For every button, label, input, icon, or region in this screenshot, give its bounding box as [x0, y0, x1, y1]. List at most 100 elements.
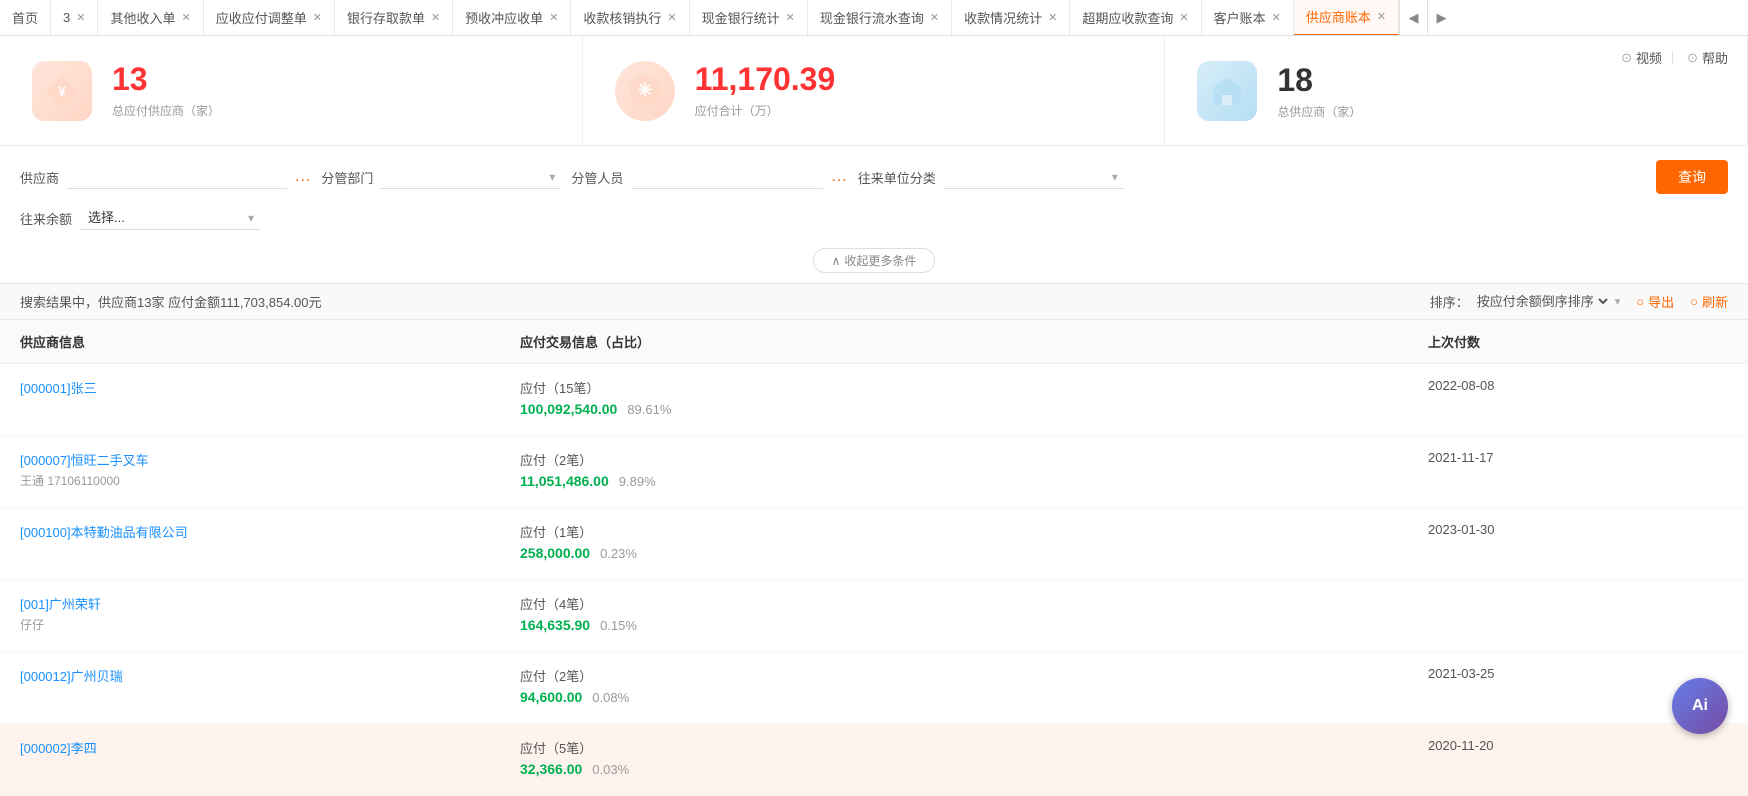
filter-supplier: 供应商 ... — [20, 165, 311, 189]
sort-select[interactable]: 按应付余额倒序排序 — [1473, 293, 1611, 310]
nav-tab-ar-ap-adjust[interactable]: 应收应付调整单 ✕ — [204, 0, 335, 36]
table-row: [000012]广州贝瑞 应付（2笔） 94,600.00 0.08% 2021… — [0, 652, 1748, 724]
tx-amount-0[interactable]: 100,092,540.00 — [520, 401, 617, 417]
nav-prev-arrow[interactable]: ◀ — [1399, 0, 1427, 36]
nav-tab-bank-deposit-close[interactable]: ✕ — [431, 11, 440, 24]
nav-tab-receipt-verify[interactable]: 收款核销执行 ✕ — [571, 0, 689, 36]
filter-balance: 往来余额 选择... — [20, 206, 260, 230]
ai-button[interactable]: Ai — [1672, 678, 1728, 734]
refresh-button[interactable]: ○ 刷新 — [1690, 292, 1728, 311]
nav-tab-receipt-stat-close[interactable]: ✕ — [1048, 11, 1057, 24]
header-last-pay: 上次付数 — [1428, 332, 1728, 351]
supplier-info-2: [000100]本特勤油品有限公司 — [20, 522, 520, 541]
summary-icon-asterisk: ✳ — [613, 59, 677, 123]
nav-tab-home[interactable]: 首页 — [0, 0, 51, 36]
summary-links: ⊙ 视频 ｜ ⊙ 帮助 — [1617, 48, 1728, 67]
supplier-name-1[interactable]: [000007]恒旺二手叉车 — [20, 450, 520, 469]
nav-tab-supplier-ledger[interactable]: 供应商账本 ✕ — [1294, 0, 1399, 36]
transaction-info-1: 应付（2笔） 11,051,486.00 9.89% — [520, 450, 1428, 493]
nav-tab-3[interactable]: 3 ✕ — [51, 0, 98, 36]
filter-department: 分管部门 — [321, 165, 561, 189]
tx-amount-4[interactable]: 94,600.00 — [520, 689, 582, 705]
nav-tab-overdue-ar-close[interactable]: ✕ — [1179, 11, 1188, 24]
tx-amount-line-3: 164,635.90 0.15% — [520, 617, 1428, 633]
tx-amount-3[interactable]: 164,635.90 — [520, 617, 590, 633]
tx-pct-1: 9.89% — [619, 474, 656, 489]
refresh-label: 刷新 — [1702, 292, 1728, 311]
help-link[interactable]: 帮助 — [1702, 48, 1728, 67]
supplier-name-3[interactable]: [001]广州荣轩 — [20, 594, 520, 613]
tx-pct-4: 0.08% — [592, 690, 629, 705]
tx-line-2: 应付（1笔） — [520, 522, 1428, 541]
nav-tab-customer-ledger-close[interactable]: ✕ — [1272, 11, 1281, 24]
filter-bar: 供应商 ... 分管部门 分管人员 ... 往来单位分类 查询 — [0, 146, 1748, 284]
tx-pct-0: 89.61% — [627, 402, 671, 417]
nav-tab-ar-ap-adjust-close[interactable]: ✕ — [313, 11, 322, 24]
tx-label-5: 应付（5笔） — [520, 738, 592, 757]
summary-icon-diamond: ¥ — [30, 59, 94, 123]
svg-text:¥: ¥ — [58, 83, 66, 99]
nav-tab-cash-bank-flow-label: 现金银行流水查询 — [820, 8, 924, 27]
result-actions: 排序： 按应付余额倒序排序 ▾ ○ 导出 ○ 刷新 — [1430, 292, 1728, 311]
nav-tab-receipt-stat[interactable]: 收款情况统计 ✕ — [952, 0, 1070, 36]
summary-content-payable: 13 总应付供应商（家） — [112, 62, 220, 118]
summary-item-payable-total: ✳ 11,170.39 应付合计（万） — [583, 36, 1166, 145]
nav-tab-receipt-stat-label: 收款情况统计 — [964, 8, 1042, 27]
nav-tab-customer-ledger[interactable]: 客户账本 ✕ — [1202, 0, 1294, 36]
table-row: [000001]张三 应付（15笔） 100,092,540.00 89.61%… — [0, 364, 1748, 436]
nav-tab-ar-ap-adjust-label: 应收应付调整单 — [216, 8, 307, 27]
payable-total-value: 11,170.39 — [695, 62, 836, 97]
tx-amount-5[interactable]: 32,366.00 — [520, 761, 582, 777]
category-select[interactable] — [944, 165, 1124, 189]
tx-pct-3: 0.15% — [600, 618, 637, 633]
nav-tab-advance-ar[interactable]: 预收冲应收单 ✕ — [453, 0, 571, 36]
tx-amount-1[interactable]: 11,051,486.00 — [520, 473, 609, 489]
result-bar: 搜索结果中，供应商13家 应付金额111,703,854.00元 排序： 按应付… — [0, 284, 1748, 320]
balance-select[interactable]: 选择... — [80, 206, 260, 230]
supplier-name-0[interactable]: [000001]张三 — [20, 378, 520, 397]
supplier-ellipsis[interactable]: ... — [295, 168, 311, 186]
collapse-button[interactable]: ∧ 收起更多条件 — [813, 248, 936, 273]
supplier-name-4[interactable]: [000012]广州贝瑞 — [20, 666, 520, 685]
video-link[interactable]: 视频 — [1636, 48, 1662, 67]
tx-line-3: 应付（4笔） — [520, 594, 1428, 613]
nav-tab-bank-deposit[interactable]: 银行存取款单 ✕ — [335, 0, 453, 36]
supplier-name-5[interactable]: [000002]李四 — [20, 738, 520, 757]
transaction-info-0: 应付（15笔） 100,092,540.00 89.61% — [520, 378, 1428, 421]
person-input[interactable] — [631, 165, 823, 189]
tx-amount-line-5: 32,366.00 0.03% — [520, 761, 1428, 777]
tx-amount-line-1: 11,051,486.00 9.89% — [520, 473, 1428, 489]
nav-tab-cash-bank-stat-label: 现金银行统计 — [702, 8, 780, 27]
tx-amount-2[interactable]: 258,000.00 — [520, 545, 590, 561]
department-select[interactable] — [381, 165, 561, 189]
last-pay-0: 2022-08-08 — [1428, 378, 1728, 393]
supplier-input[interactable] — [67, 165, 287, 189]
nav-tab-receipt-verify-close[interactable]: ✕ — [667, 11, 676, 24]
summary-item-payable-suppliers: ¥ 13 总应付供应商（家） — [0, 36, 583, 145]
summary-content-total-suppliers: 18 总供应商（家） — [1277, 62, 1361, 120]
transaction-info-3: 应付（4笔） 164,635.90 0.15% — [520, 594, 1428, 637]
person-ellipsis[interactable]: ... — [831, 168, 847, 186]
nav-tab-cash-bank-stat[interactable]: 现金银行统计 ✕ — [690, 0, 808, 36]
nav-tab-advance-ar-close[interactable]: ✕ — [549, 11, 558, 24]
nav-tab-overdue-ar[interactable]: 超期应收款查询 ✕ — [1070, 0, 1201, 36]
nav-tab-cash-bank-flow[interactable]: 现金银行流水查询 ✕ — [808, 0, 952, 36]
collapse-up-icon: ∧ — [832, 254, 841, 268]
export-button[interactable]: ○ 导出 — [1636, 292, 1674, 311]
last-pay-2: 2023-01-30 — [1428, 522, 1728, 537]
supplier-name-2[interactable]: [000100]本特勤油品有限公司 — [20, 522, 520, 541]
ai-label: Ai — [1692, 697, 1708, 715]
summary-content-total: 11,170.39 应付合计（万） — [695, 62, 836, 118]
payable-suppliers-label: 总应付供应商（家） — [112, 102, 220, 119]
nav-tab-home-label: 首页 — [12, 8, 38, 27]
nav-tab-cash-bank-stat-close[interactable]: ✕ — [786, 11, 795, 24]
circle-icon2: ⊙ — [1687, 50, 1698, 66]
nav-tab-other-income[interactable]: 其他收入单 ✕ — [98, 0, 203, 36]
supplier-info-5: [000002]李四 — [20, 738, 520, 757]
query-button[interactable]: 查询 — [1656, 160, 1728, 194]
nav-tab-supplier-ledger-close[interactable]: ✕ — [1377, 10, 1386, 23]
nav-tab-3-close[interactable]: ✕ — [76, 11, 85, 24]
nav-next-arrow[interactable]: ▶ — [1427, 0, 1455, 36]
nav-tab-other-income-close[interactable]: ✕ — [181, 11, 190, 24]
nav-tab-cash-bank-flow-close[interactable]: ✕ — [930, 11, 939, 24]
